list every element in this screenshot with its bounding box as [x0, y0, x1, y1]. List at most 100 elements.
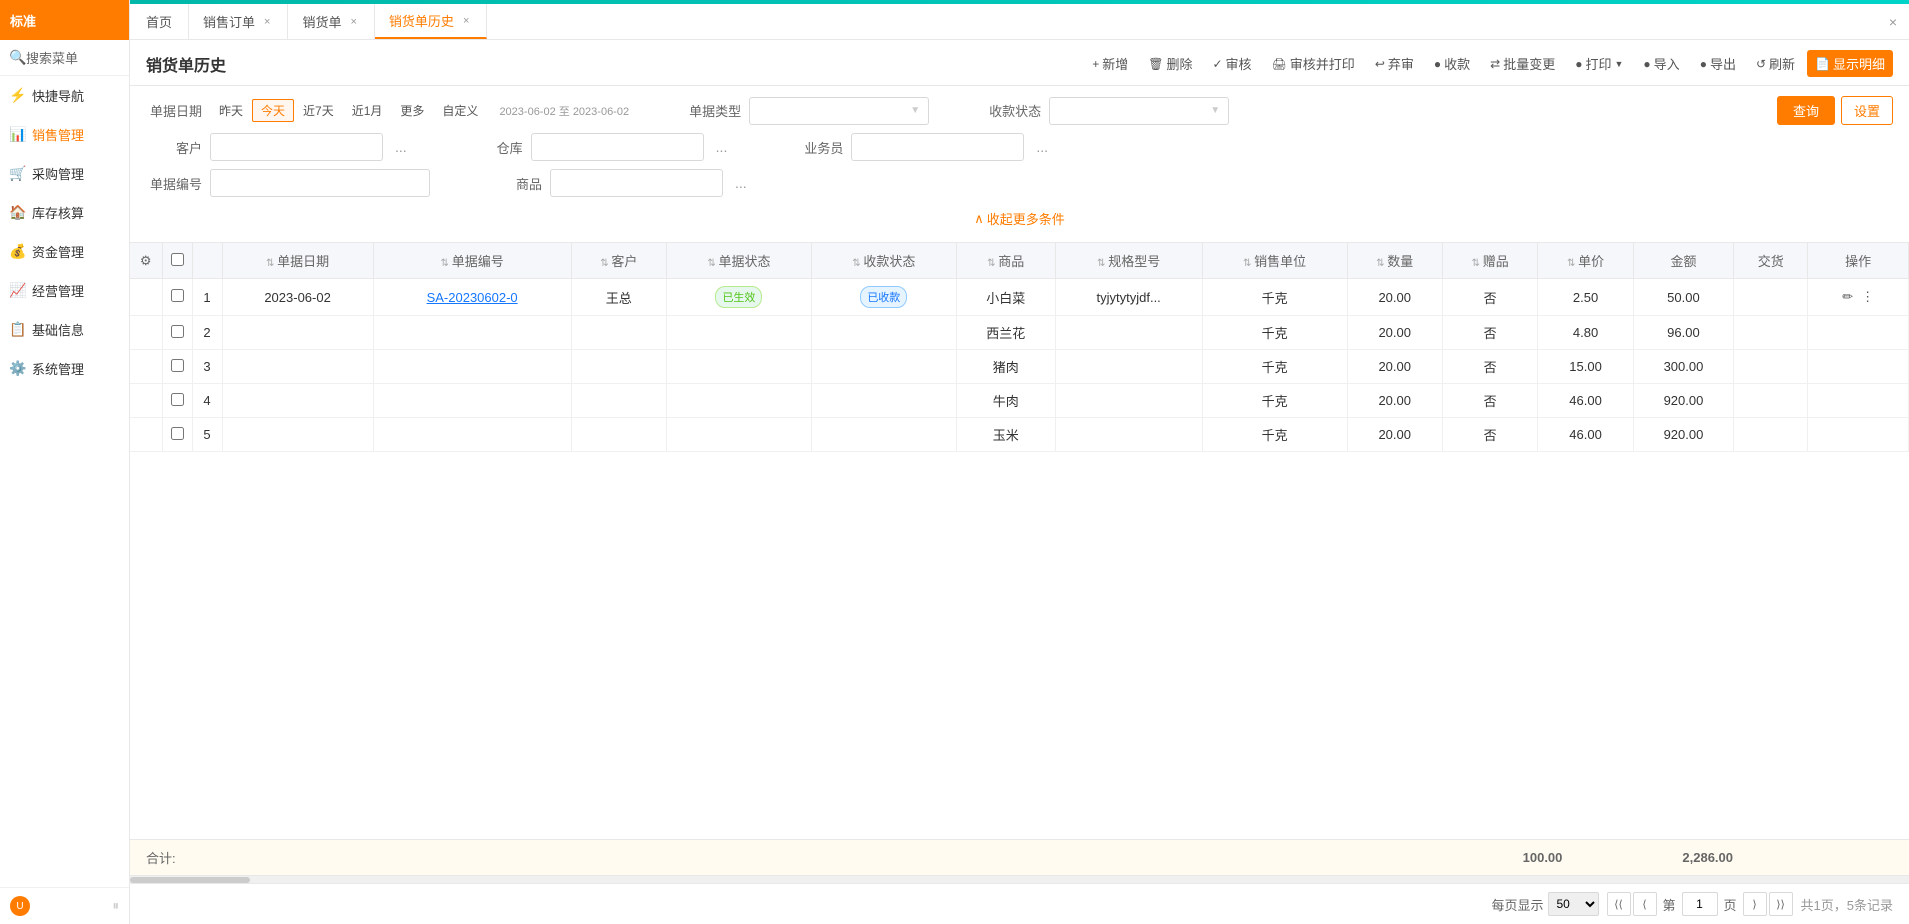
goods-input[interactable] — [550, 169, 723, 197]
export-button[interactable]: ● 导出 — [1692, 50, 1744, 77]
salesperson-input[interactable] — [851, 133, 1024, 161]
row-spec-2 — [1055, 350, 1202, 384]
last-page-button[interactable]: ⟩⟩ — [1769, 892, 1793, 916]
warehouse-more[interactable]: ... — [712, 139, 732, 155]
date-tab-custom[interactable]: 自定义 — [433, 99, 487, 122]
row-amount-2: 300.00 — [1633, 350, 1733, 384]
tab-sales-history-close[interactable]: × — [460, 14, 472, 28]
goods-more[interactable]: ... — [731, 175, 751, 191]
edit-btn-0[interactable]: ✏ — [1838, 287, 1857, 307]
row-checkbox-4[interactable] — [171, 427, 184, 440]
delete-button[interactable]: 🗑 删除 — [1140, 50, 1200, 77]
toolbar: + 新增 🗑 删除 ✓ 审核 🖨 审核并打印 ↩ 弃审 — [1084, 50, 1893, 77]
row-checkbox-0[interactable] — [171, 289, 184, 302]
quick-nav-icon: ⚡ — [10, 88, 26, 104]
customer-more[interactable]: ... — [391, 139, 411, 155]
col-spec[interactable]: 规格型号 — [1055, 243, 1202, 279]
sidebar-item-sales-mgmt[interactable]: 📊 销售管理 — [0, 115, 129, 154]
display-details-button[interactable]: 📄 显示明细 — [1807, 50, 1893, 77]
row-checkbox-1[interactable] — [171, 325, 184, 338]
tab-sales-history[interactable]: 销货单历史 × — [375, 4, 487, 39]
new-button[interactable]: + 新增 — [1084, 50, 1136, 77]
col-price[interactable]: 单价 — [1538, 243, 1633, 279]
col-gift[interactable]: 赠品 — [1442, 243, 1537, 279]
row-amount-1: 96.00 — [1633, 316, 1733, 350]
tab-home[interactable]: 首页 — [130, 4, 189, 39]
col-docno[interactable]: 单据编号 — [373, 243, 571, 279]
user-avatar: U — [10, 896, 30, 916]
row-date-3 — [222, 384, 373, 418]
date-tab-yesterday[interactable]: 昨天 — [210, 99, 252, 122]
col-gear[interactable]: ⚙ — [130, 243, 162, 279]
date-tab-1month[interactable]: 近1月 — [343, 99, 392, 122]
row-unit-1: 千克 — [1202, 316, 1347, 350]
col-qty[interactable]: 数量 — [1347, 243, 1442, 279]
table-scroll-thumb[interactable] — [130, 877, 250, 883]
import-button[interactable]: ● 导入 — [1635, 50, 1687, 77]
pay-status-select[interactable]: ▼ — [1049, 97, 1229, 125]
customer-input[interactable] — [210, 133, 383, 161]
row-spec-3 — [1055, 384, 1202, 418]
select-all-checkbox[interactable] — [171, 253, 184, 266]
abandon-button[interactable]: ↩ 弃审 — [1367, 50, 1422, 77]
tab-sales-goods-close[interactable]: × — [347, 15, 359, 29]
col-date[interactable]: 单据日期 — [222, 243, 373, 279]
table-row: 5玉米千克20.00否46.00920.00 — [130, 418, 1909, 452]
sidebar-item-stock-calc[interactable]: 🏠 库存核算 — [0, 193, 129, 232]
date-tab-more[interactable]: 更多 — [391, 99, 433, 122]
col-doc-status[interactable]: 单据状态 — [667, 243, 812, 279]
more-btn-0[interactable]: ⋮ — [1857, 287, 1878, 307]
sidebar-item-system-mgmt[interactable]: ⚙️ 系统管理 — [0, 349, 129, 388]
row-date-1 — [222, 316, 373, 350]
salesperson-more[interactable]: ... — [1032, 139, 1052, 155]
col-pay-status[interactable]: 收款状态 — [811, 243, 956, 279]
page-header: 销货单历史 + 新增 🗑 删除 ✓ 审核 🖨 审核并打印 — [130, 40, 1909, 86]
tab-sales-order[interactable]: 销售订单 × — [189, 4, 288, 39]
row-check-0 — [162, 279, 192, 316]
tab-sales-order-close[interactable]: × — [261, 15, 273, 29]
row-docno-0[interactable]: SA-20230602-0 — [373, 279, 571, 316]
row-pay-status-3 — [811, 384, 956, 418]
table-scroll-bar[interactable] — [130, 875, 1909, 883]
first-page-button[interactable]: ⟨⟨ — [1607, 892, 1631, 916]
operation-mgmt-icon: 📈 — [10, 283, 26, 299]
next-page-button[interactable]: ⟩ — [1743, 892, 1767, 916]
col-goods[interactable]: 商品 — [956, 243, 1055, 279]
doc-no-link-0[interactable]: SA-20230602-0 — [427, 290, 518, 305]
receive-button[interactable]: ● 收款 — [1426, 50, 1478, 77]
date-tab-7days[interactable]: 近7天 — [294, 99, 343, 122]
tab-sales-goods[interactable]: 销货单 × — [288, 4, 374, 39]
row-gift-2: 否 — [1442, 350, 1537, 384]
row-num-4: 5 — [192, 418, 222, 452]
refresh-button[interactable]: ↺ 刷新 — [1748, 50, 1803, 77]
pay-status-filter-group: 收款状态 ▼ — [985, 97, 1229, 125]
sidebar-item-basic-info[interactable]: 📋 基础信息 — [0, 310, 129, 349]
sidebar-item-quick-nav[interactable]: ⚡ 快捷导航 — [0, 76, 129, 115]
sidebar-item-fund-mgmt[interactable]: 💰 资金管理 — [0, 232, 129, 271]
print-button[interactable]: ● 打印 ▼ — [1567, 50, 1631, 77]
docno-input[interactable] — [210, 169, 430, 197]
audit-icon: ✓ — [1212, 57, 1222, 71]
audit-button[interactable]: ✓ 审核 — [1204, 50, 1259, 77]
warehouse-input[interactable] — [531, 133, 704, 161]
sidebar-item-purchase-mgmt[interactable]: 🛒 采购管理 — [0, 154, 129, 193]
col-customer[interactable]: 客户 — [571, 243, 666, 279]
prev-page-button[interactable]: ⟨ — [1633, 892, 1657, 916]
close-all-tabs[interactable]: × — [1877, 14, 1909, 30]
row-price-1: 4.80 — [1538, 316, 1633, 350]
sidebar-item-search-menu[interactable]: 🔍 搜索菜单 — [0, 40, 129, 76]
sidebar-collapse-icon[interactable]: ⏸ — [113, 898, 120, 914]
sidebar-item-operation-mgmt[interactable]: 📈 经营管理 — [0, 271, 129, 310]
audit-print-button[interactable]: 🖨 审核并打印 — [1264, 50, 1363, 77]
settings-button[interactable]: 设置 — [1841, 96, 1893, 125]
row-checkbox-3[interactable] — [171, 393, 184, 406]
doc-type-select[interactable]: ▼ — [749, 97, 929, 125]
query-button[interactable]: 查询 — [1777, 96, 1835, 125]
col-unit[interactable]: 销售单位 — [1202, 243, 1347, 279]
page-input[interactable] — [1682, 892, 1718, 916]
row-checkbox-2[interactable] — [171, 359, 184, 372]
date-tab-today[interactable]: 今天 — [252, 99, 294, 122]
batch-change-button[interactable]: ⇄ 批量变更 — [1482, 50, 1563, 77]
page-size-select[interactable]: 50 100 200 — [1548, 892, 1599, 916]
collapse-button[interactable]: ∧ 收起更多条件 — [146, 205, 1893, 232]
